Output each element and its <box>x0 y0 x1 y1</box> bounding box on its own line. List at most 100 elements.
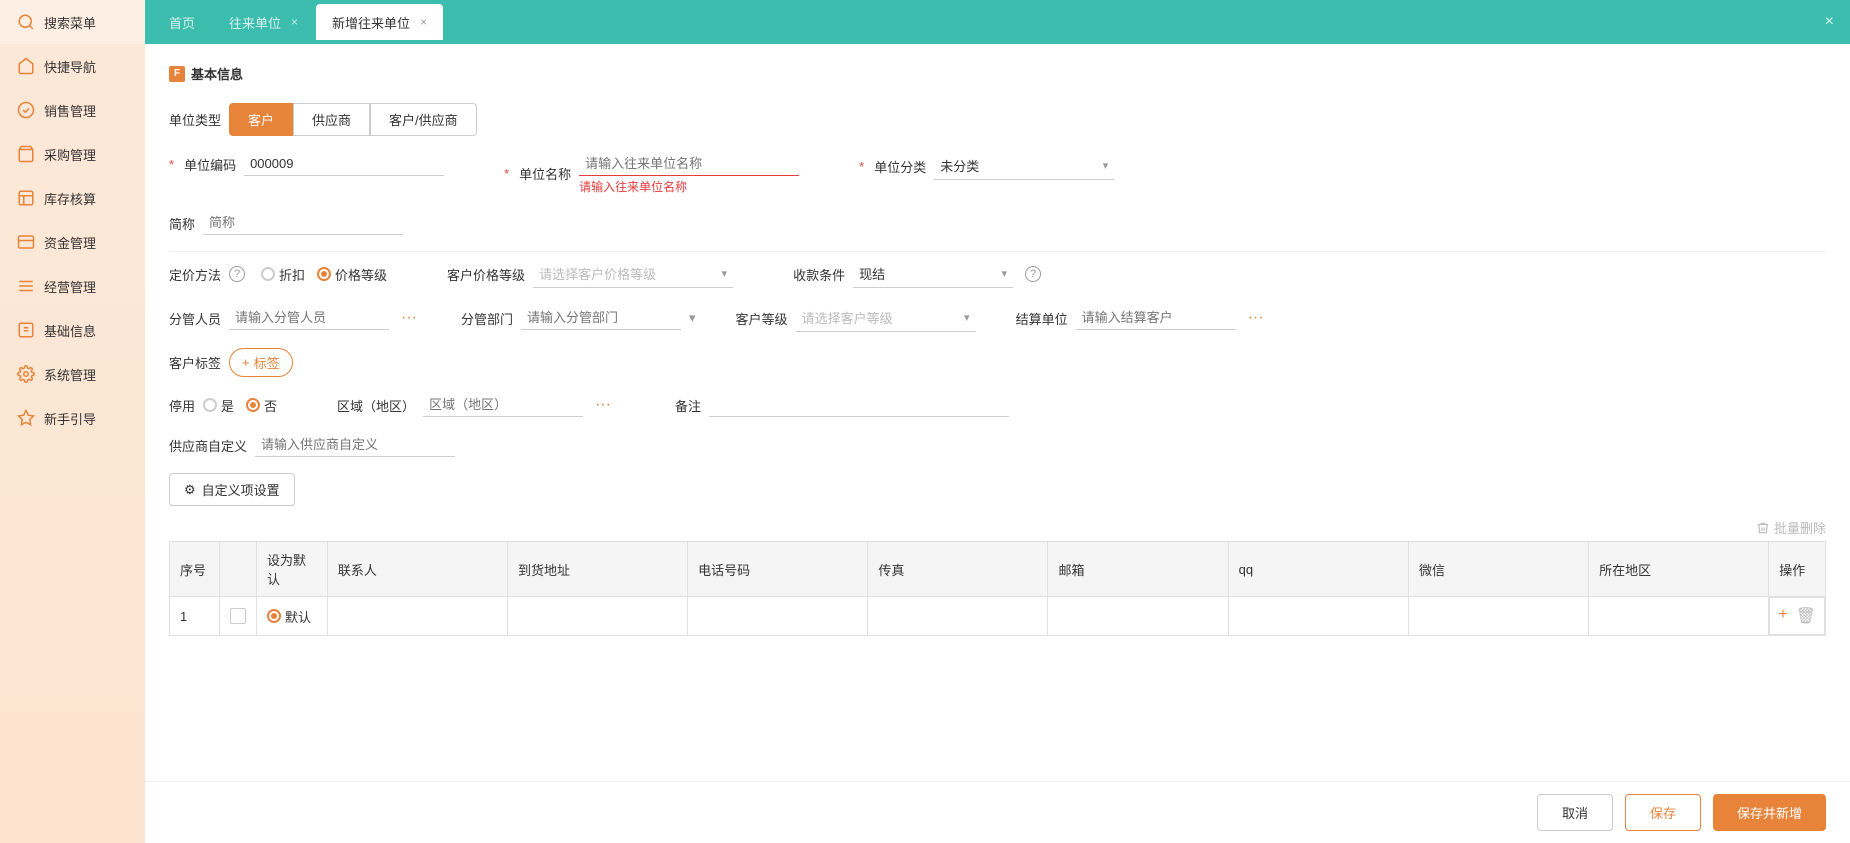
pricing-help-icon[interactable]: ? <box>229 266 245 282</box>
unit-category-value: 未分类 <box>940 156 1102 175</box>
manager-input[interactable] <box>229 306 389 330</box>
sidebar-item-quick-nav[interactable]: 快捷导航 <box>0 44 145 88</box>
region-group: 区域（地区） ··· <box>337 393 615 417</box>
sidebar-item-search[interactable]: 搜索菜单 <box>0 0 145 44</box>
disabled-yes-radio[interactable]: 是 <box>203 396 234 415</box>
tab-bar: 首页 往来单位 × 新增往来单位 × × <box>145 0 1850 44</box>
pricing-method-label: 定价方法 <box>169 265 221 284</box>
unit-category-chevron: ▾ <box>1103 159 1109 172</box>
col-email: 邮箱 <box>1048 542 1228 597</box>
sidebar-item-operations-label: 经营管理 <box>44 277 96 296</box>
table-row: 1 默认 <box>170 597 1826 636</box>
pricing-discount-radio[interactable]: 折扣 <box>261 265 305 284</box>
settlement-unit-group: 结算单位 ··· <box>1016 306 1268 330</box>
customer-price-level-select[interactable]: 请选择客户价格等级 ▾ <box>533 260 733 288</box>
sidebar-item-operations[interactable]: 经营管理 <box>0 264 145 308</box>
row-add-button[interactable]: + <box>1778 606 1787 626</box>
unit-code-input[interactable] <box>244 152 444 176</box>
row-default-label: 默认 <box>285 607 311 626</box>
settlement-unit-label: 结算单位 <box>1016 309 1068 328</box>
home-icon <box>16 56 36 76</box>
sidebar-item-guide[interactable]: 新手引导 <box>0 396 145 440</box>
disabled-yes-label: 是 <box>221 396 234 415</box>
row-phone-input[interactable] <box>698 609 857 624</box>
unit-type-both-btn[interactable]: 客户/供应商 <box>370 103 477 136</box>
tag-group: 客户标签 + 标签 <box>169 348 293 377</box>
row-wechat[interactable] <box>1408 597 1588 636</box>
tab-new-partner-close[interactable]: × <box>420 15 427 29</box>
customer-price-level-chevron: ▾ <box>722 267 728 280</box>
tab-home[interactable]: 首页 <box>153 4 211 40</box>
tab-new-partner-label: 新增往来单位 <box>332 13 410 32</box>
finance-icon <box>16 232 36 252</box>
row-phone[interactable] <box>688 597 868 636</box>
disabled-group: 停用 是 否 <box>169 396 277 415</box>
row-fax[interactable] <box>868 597 1048 636</box>
payment-help-icon[interactable]: ? <box>1025 266 1041 282</box>
customer-level-select[interactable]: 请选择客户等级 ▾ <box>796 304 976 332</box>
unit-category-select[interactable]: 未分类 ▾ <box>934 152 1114 180</box>
tab-new-partner[interactable]: 新增往来单位 × <box>316 4 443 40</box>
disabled-no-radio[interactable]: 否 <box>246 396 277 415</box>
sidebar-item-purchase-label: 采购管理 <box>44 145 96 164</box>
sidebar-item-sales-label: 销售管理 <box>44 101 96 120</box>
col-checkbox <box>220 542 257 597</box>
row-default-radio[interactable]: 默认 <box>267 607 317 626</box>
settlement-unit-input[interactable] <box>1076 306 1236 330</box>
custom-settings-button[interactable]: ⚙ 自定义项设置 <box>169 473 295 506</box>
tab-partner[interactable]: 往来单位 × <box>213 4 314 40</box>
sidebar-item-inventory[interactable]: 库存核算 <box>0 176 145 220</box>
row-email[interactable] <box>1048 597 1228 636</box>
contacts-table: 序号 设为默认 联系人 到货地址 电话号码 传真 邮箱 qq 微信 所在地区 操… <box>169 541 1826 636</box>
manager-more-btn[interactable]: ··· <box>397 310 421 326</box>
payment-terms-label: 收款条件 <box>793 265 845 284</box>
region-more-btn[interactable]: ··· <box>591 397 615 413</box>
row-checkbox[interactable] <box>230 608 246 624</box>
sidebar-item-purchase[interactable]: 采购管理 <box>0 132 145 176</box>
pricing-level-circle <box>317 267 331 281</box>
row-qq[interactable] <box>1228 597 1408 636</box>
settlement-unit-more-btn[interactable]: ··· <box>1244 310 1268 326</box>
batch-delete-button[interactable]: 批量删除 <box>1756 518 1826 537</box>
row-default: 默认 <box>257 597 328 636</box>
sidebar-item-sales[interactable]: 销售管理 <box>0 88 145 132</box>
unit-type-customer-btn[interactable]: 客户 <box>229 103 293 136</box>
supplier-custom-input[interactable] <box>255 433 455 457</box>
pricing-discount-label: 折扣 <box>279 265 305 284</box>
sidebar-item-system[interactable]: 系统管理 <box>0 352 145 396</box>
pricing-level-radio[interactable]: 价格等级 <box>317 265 387 284</box>
row-delete-button[interactable]: 🗑 <box>1796 606 1816 626</box>
sidebar-item-system-label: 系统管理 <box>44 365 96 384</box>
cancel-button[interactable]: 取消 <box>1537 794 1613 831</box>
unit-type-supplier-btn[interactable]: 供应商 <box>293 103 370 136</box>
department-input[interactable] <box>521 306 681 330</box>
unit-name-label: 单位名称 <box>519 164 571 183</box>
short-name-input[interactable] <box>203 211 403 235</box>
region-input[interactable] <box>423 393 583 417</box>
notes-input[interactable] <box>709 393 1009 417</box>
sidebar-item-base-info[interactable]: 基础信息 <box>0 308 145 352</box>
save-button[interactable]: 保存 <box>1625 794 1701 831</box>
row-email-input[interactable] <box>1058 609 1217 624</box>
tab-partner-close[interactable]: × <box>291 15 298 29</box>
row-qq-input[interactable] <box>1239 609 1398 624</box>
sidebar-item-finance[interactable]: 资金管理 <box>0 220 145 264</box>
row-address-input[interactable] <box>518 609 677 624</box>
row-contact-input[interactable] <box>338 609 497 624</box>
supplier-custom-group: 供应商自定义 <box>169 433 455 457</box>
row-region[interactable] <box>1589 597 1769 636</box>
row-region-input[interactable] <box>1599 609 1758 624</box>
unit-name-input[interactable] <box>579 152 799 176</box>
row-fax-input[interactable] <box>878 609 1037 624</box>
row-wechat-input[interactable] <box>1419 609 1578 624</box>
tab-close-all-button[interactable]: × <box>1817 9 1842 35</box>
search-icon <box>16 12 36 32</box>
unit-name-error-msg: 请输入往来单位名称 <box>579 178 799 195</box>
tab-home-label: 首页 <box>169 13 195 32</box>
row-contact[interactable] <box>327 597 507 636</box>
add-tag-button[interactable]: + 标签 <box>229 348 293 377</box>
save-and-new-button[interactable]: 保存并新增 <box>1713 794 1826 831</box>
row-address[interactable] <box>508 597 688 636</box>
sidebar-item-quick-nav-label: 快捷导航 <box>44 57 96 76</box>
payment-terms-select[interactable]: 现结 ▾ <box>853 260 1013 288</box>
